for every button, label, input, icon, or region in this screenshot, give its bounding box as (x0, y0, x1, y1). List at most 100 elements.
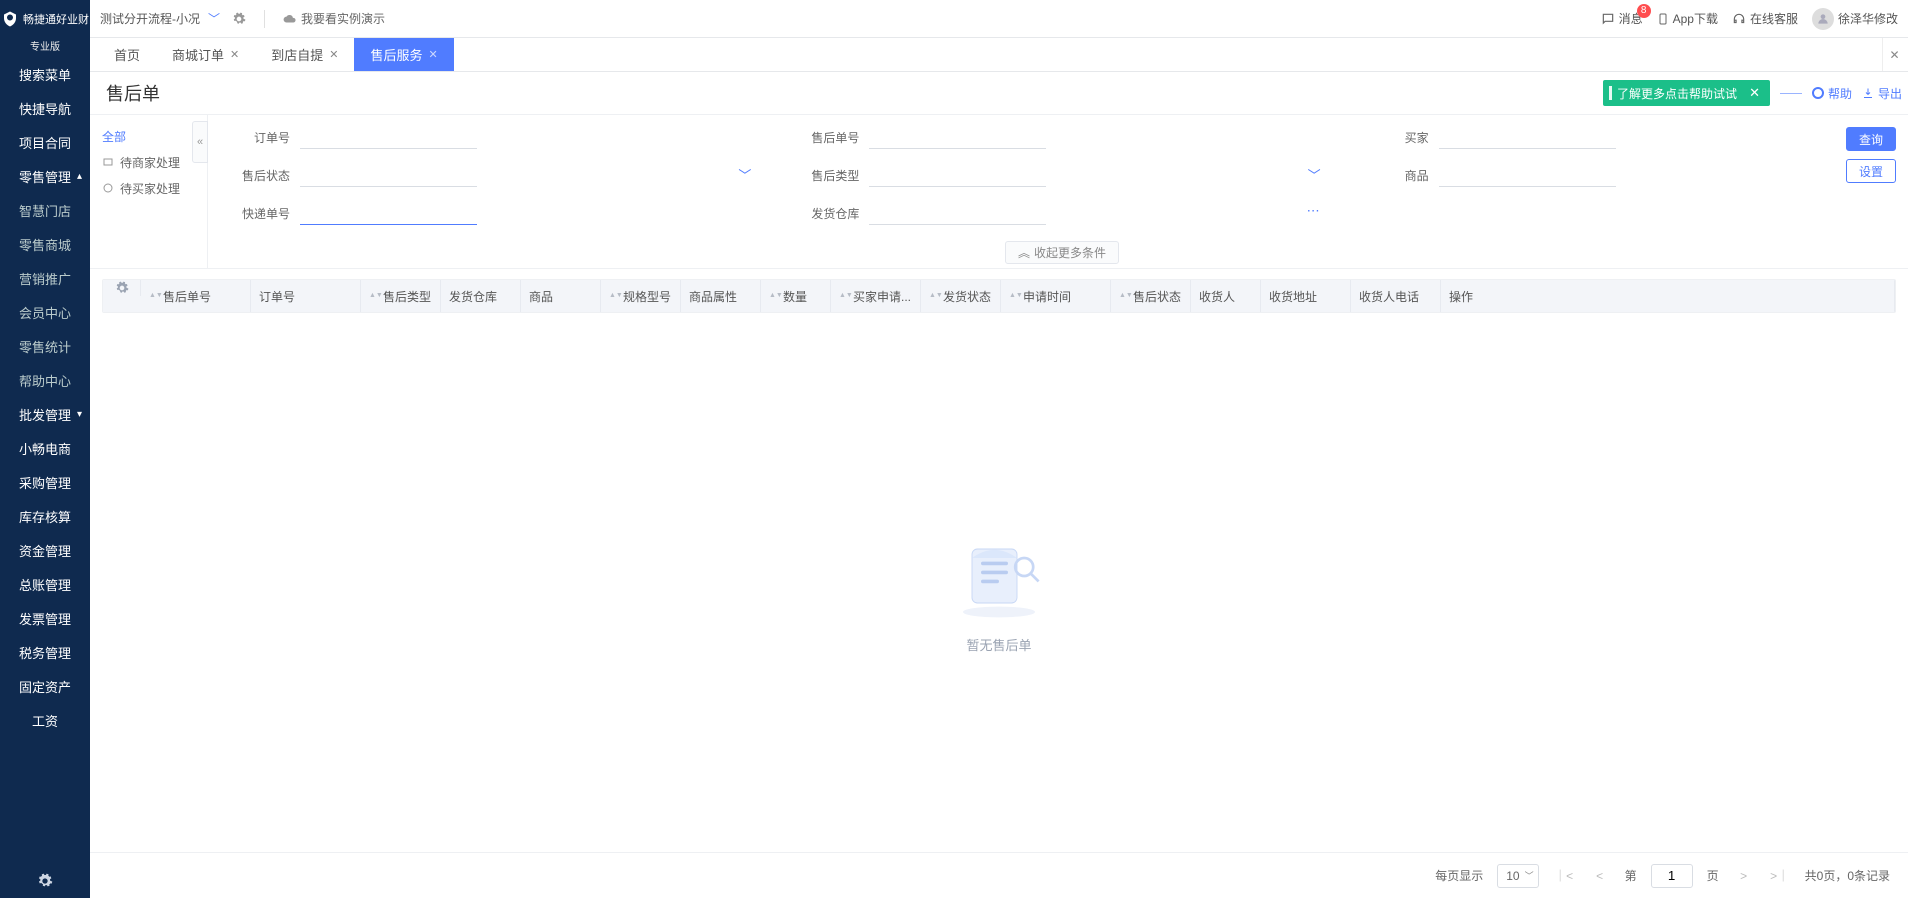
aftersale-no-input[interactable] (869, 125, 1046, 149)
per-page-select[interactable]: 10 (1497, 864, 1538, 888)
nav-ledger[interactable]: 总账管理 (0, 567, 90, 601)
avatar (1812, 8, 1834, 30)
nav-retail-mall[interactable]: 零售商城 (0, 227, 90, 261)
close-icon[interactable]: ✕ (230, 48, 239, 61)
sort-icon: ▲▼ (929, 294, 937, 298)
tab-aftersale[interactable]: 售后服务✕ (354, 38, 453, 71)
col-phone[interactable]: 收货人电话 (1351, 280, 1441, 312)
buyer-input[interactable] (1439, 125, 1616, 149)
nav-retail-promo[interactable]: 营销推广 (0, 261, 90, 295)
tab-home[interactable]: 首页 (98, 38, 156, 71)
col-qty[interactable]: ▲▼数量 (761, 280, 831, 312)
tab-pickup[interactable]: 到店自提✕ (255, 38, 354, 71)
page-input[interactable] (1651, 864, 1693, 888)
service-label: 在线客服 (1750, 10, 1798, 27)
help-link[interactable]: 帮助 (1812, 85, 1852, 102)
col-address[interactable]: 收货地址 (1261, 280, 1351, 312)
filter-tab-seller[interactable]: 待商家处理 (90, 149, 207, 175)
per-page-label: 每页显示 (1435, 867, 1483, 884)
nav-purchase[interactable]: 采购管理 (0, 465, 90, 499)
tab-mall-orders[interactable]: 商城订单✕ (156, 38, 255, 71)
col-action[interactable]: 操作 (1441, 280, 1895, 312)
app-download-button[interactable]: App下载 (1657, 10, 1718, 27)
nav-quick[interactable]: 快捷导航 (0, 91, 90, 125)
filter-tab-buyer[interactable]: 待买家处理 (90, 175, 207, 201)
page-title: 售后单 (106, 80, 160, 106)
field-goods: 商品 ⋯ (1371, 163, 1892, 187)
workspace-selector[interactable]: 测试分开流程-小况 ﹀ (100, 10, 220, 27)
brand: 畅捷通好业财 (0, 0, 90, 38)
tabs-close-all[interactable]: ✕ (1882, 38, 1906, 71)
settings-gear-icon[interactable] (37, 873, 53, 889)
app-label: App下载 (1673, 10, 1718, 27)
col-order-no[interactable]: 订单号 (251, 280, 361, 312)
col-buyer-req[interactable]: ▲▼买家申请... (831, 280, 921, 312)
prev-page-button[interactable]: < (1589, 865, 1611, 887)
col-receiver[interactable]: 收货人 (1191, 280, 1261, 312)
nav-project[interactable]: 项目合同 (0, 125, 90, 159)
sort-icon: ▲▼ (369, 294, 377, 298)
chevron-down-icon[interactable]: ﹀ (738, 165, 751, 184)
help-banner[interactable]: 了解更多点击帮助试试 ✕ (1603, 80, 1770, 106)
nav-invoice[interactable]: 发票管理 (0, 601, 90, 635)
settings-button[interactable]: 设置 (1846, 159, 1896, 183)
nav-search[interactable]: 搜索菜单 (0, 57, 90, 91)
filter-area: 全部 待商家处理 待买家处理 « 订单号 (90, 114, 1908, 269)
messages-button[interactable]: 消息 8 (1601, 10, 1643, 27)
col-goods[interactable]: 商品 (521, 280, 601, 312)
col-apply-time[interactable]: ▲▼申请时间 (1001, 280, 1111, 312)
nav-asset[interactable]: 固定资产 (0, 669, 90, 703)
sort-icon: ▲▼ (149, 294, 157, 298)
field-aftersale-status: 售后状态 ﹀ (232, 163, 753, 187)
workspace-settings-icon[interactable] (232, 12, 246, 26)
demo-link[interactable]: 我要看实例演示 (283, 10, 385, 27)
col-warehouse[interactable]: 发货仓库 (441, 280, 521, 312)
online-service-button[interactable]: 在线客服 (1732, 10, 1798, 27)
seller-icon (102, 156, 114, 168)
express-no-input[interactable] (300, 201, 477, 225)
nav-funds[interactable]: 资金管理 (0, 533, 90, 567)
chevron-up-icon: ︽ (1018, 244, 1030, 261)
close-icon[interactable]: ✕ (429, 48, 438, 61)
col-spec[interactable]: ▲▼规格型号 (601, 280, 681, 312)
close-icon[interactable]: ✕ (329, 48, 338, 61)
messages-badge: 8 (1637, 4, 1651, 18)
aftersale-type-select[interactable] (869, 163, 1046, 187)
query-button[interactable]: 查询 (1846, 127, 1896, 151)
chevron-down-icon[interactable]: ﹀ (1308, 165, 1321, 184)
goods-input[interactable] (1439, 163, 1616, 187)
nav-ecom[interactable]: 小畅电商 (0, 431, 90, 465)
column-settings-button[interactable] (103, 280, 141, 296)
nav-retail-help[interactable]: 帮助中心 (0, 363, 90, 397)
nav-inventory[interactable]: 库存核算 (0, 499, 90, 533)
close-icon[interactable]: ✕ (1749, 85, 1760, 101)
col-aftersale-no[interactable]: ▲▼售后单号 (141, 280, 251, 312)
filter-tab-all[interactable]: 全部 (90, 123, 207, 149)
more-icon[interactable]: ⋯ (1307, 203, 1321, 219)
user-menu[interactable]: 徐泽华修改 (1812, 8, 1898, 30)
last-page-button[interactable]: >｜ (1769, 865, 1791, 887)
nav-retail[interactable]: 零售管理▴ (0, 159, 90, 193)
sort-icon: ▲▼ (769, 294, 777, 298)
nav-salary[interactable]: 工资 (0, 703, 90, 737)
sort-icon: ▲▼ (1119, 294, 1127, 298)
nav-wholesale[interactable]: 批发管理▾ (0, 397, 90, 431)
collapse-filters-button[interactable]: ︽ 收起更多条件 (1005, 241, 1119, 264)
nav-retail-stats[interactable]: 零售统计 (0, 329, 90, 363)
nav-retail-member[interactable]: 会员中心 (0, 295, 90, 329)
first-page-button[interactable]: ｜< (1553, 865, 1575, 887)
next-page-button[interactable]: > (1733, 865, 1755, 887)
export-link[interactable]: 导出 (1862, 85, 1902, 102)
cloud-icon (283, 12, 297, 26)
nav-tax[interactable]: 税务管理 (0, 635, 90, 669)
field-buyer: 买家 ⋯ (1371, 125, 1892, 149)
col-status[interactable]: ▲▼售后状态 (1111, 280, 1191, 312)
order-no-input[interactable] (300, 125, 477, 149)
nav-retail-store[interactable]: 智慧门店 (0, 193, 90, 227)
col-ship-status[interactable]: ▲▼发货状态 (921, 280, 1001, 312)
aftersale-status-select[interactable] (300, 163, 477, 187)
collapse-side-button[interactable]: « (192, 121, 208, 163)
col-attr[interactable]: 商品属性 (681, 280, 761, 312)
warehouse-input[interactable] (869, 201, 1046, 225)
col-type[interactable]: ▲▼售后类型 (361, 280, 441, 312)
